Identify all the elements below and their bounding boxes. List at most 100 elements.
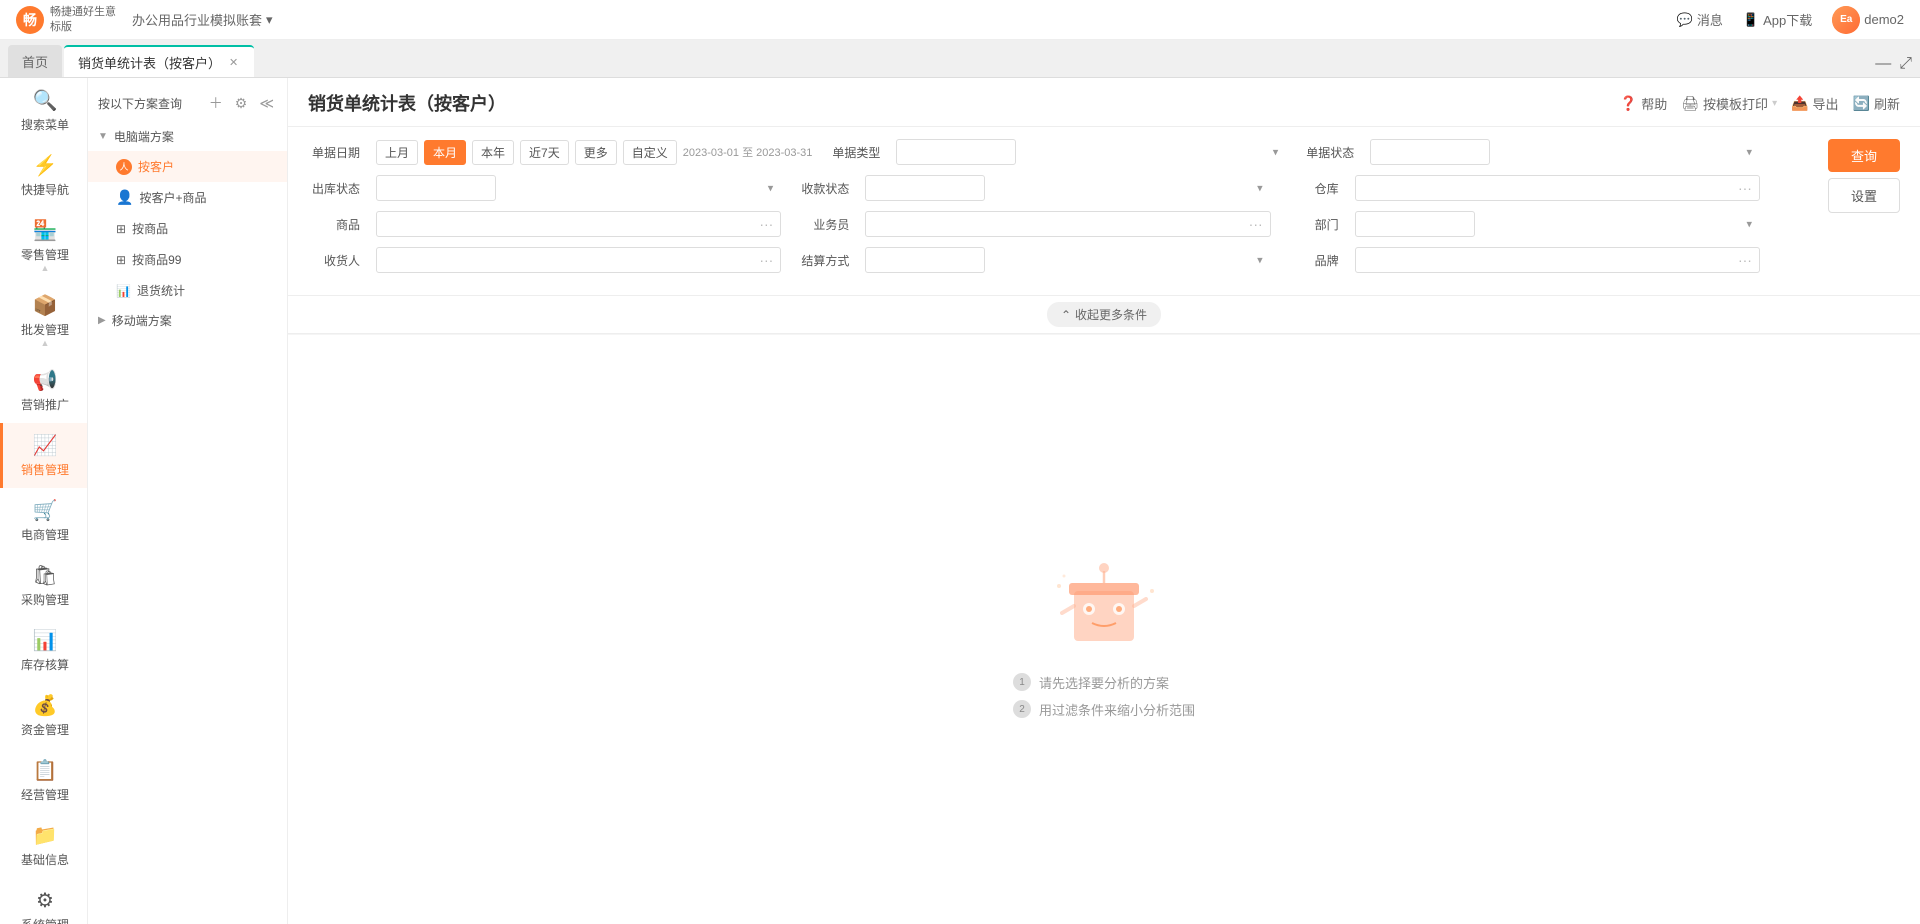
dept-select[interactable] <box>1355 211 1475 237</box>
brand-label: 品牌 <box>1287 252 1339 269</box>
staff-ellipsis-icon[interactable]: ··· <box>1249 216 1263 232</box>
by-goods-icon: ⊞ <box>116 222 126 236</box>
scheme-group-mobile-header[interactable]: ▶ 移动端方案 <box>88 306 287 335</box>
bill-type-wrapper <box>896 139 1286 165</box>
app-download-action[interactable]: 📱 App下载 <box>1743 10 1812 29</box>
sidebar-item-basic-info[interactable]: 📁 基础信息 <box>0 813 87 878</box>
date-btn-custom[interactable]: 自定义 <box>623 140 677 165</box>
staff-label: 业务员 <box>797 216 849 233</box>
scheme-item-by-goods-99[interactable]: ⊞ 按商品99 <box>88 244 287 275</box>
sidebar-label-basic-info: 基础信息 <box>21 851 69 868</box>
scheme-item-return-stats-label: 退货统计 <box>137 282 185 299</box>
page-title: 销货单统计表（按客户） <box>308 90 506 116</box>
date-btn-this-year[interactable]: 本年 <box>472 140 514 165</box>
date-group: 上月 本月 本年 近7天 更多 自定义 2023-03-01 至 2023-03… <box>376 140 812 165</box>
user-area[interactable]: Ea demo2 <box>1832 6 1904 34</box>
scheme-add-btn[interactable]: ＋ <box>206 92 226 114</box>
scheme-panel-actions: ＋ ⚙ ≪ <box>206 92 277 114</box>
tab-minimize-icon[interactable]: — <box>1875 55 1891 73</box>
scheme-item-by-customer[interactable]: 人 按客户 <box>88 151 287 182</box>
sidebar: 🔍 搜索菜单 ⚡ 快捷导航 🏪 零售管理 ▲ 📦 批发管理 ▲ 📢 营销推广 📈… <box>0 78 88 924</box>
wholesale-mgmt-icon: 📦 <box>33 293 58 318</box>
tab-expand-area: — ⤢ <box>1875 55 1912 77</box>
desktop-group-label: 电脑端方案 <box>114 128 174 145</box>
tab-close-icon[interactable]: ✕ <box>227 55 240 70</box>
scheme-item-return-stats[interactable]: 📊 退货统计 <box>88 275 287 306</box>
username-label: demo2 <box>1864 12 1904 27</box>
goods-ellipsis-icon[interactable]: ··· <box>759 216 773 232</box>
consignee-ellipsis-icon[interactable]: ··· <box>759 252 773 268</box>
collapse-btn[interactable]: ⌃ 收起更多条件 <box>1047 302 1161 327</box>
message-action[interactable]: 💬 消息 <box>1677 10 1723 29</box>
logo-text: 畅捷通好生意 标版 <box>50 5 116 34</box>
filter-row-1: 单据日期 上月 本月 本年 近7天 更多 自定义 2023-03-01 至 20… <box>308 139 1760 165</box>
tab-sales-stats[interactable]: 销货单统计表（按客户） ✕ <box>64 45 254 77</box>
bill-type-select[interactable] <box>896 139 1016 165</box>
brand-ellipsis-icon[interactable]: ··· <box>1738 252 1752 268</box>
sidebar-item-ecommerce[interactable]: 🛒 电商管理 <box>0 488 87 553</box>
sidebar-item-system[interactable]: ⚙ 系统管理 <box>0 878 87 924</box>
export-icon: 📤 <box>1791 95 1808 112</box>
sidebar-item-quick-nav[interactable]: ⚡ 快捷导航 <box>0 143 87 208</box>
settle-select[interactable] <box>865 247 985 273</box>
sidebar-item-search-menu[interactable]: 🔍 搜索菜单 <box>0 78 87 143</box>
warehouse-ellipsis-icon[interactable]: ··· <box>1738 180 1752 196</box>
sidebar-item-sales-mgmt[interactable]: 📈 销售管理 <box>0 423 87 488</box>
refresh-label: 刷新 <box>1874 94 1900 113</box>
staff-input[interactable] <box>865 211 1270 237</box>
action-buttons-panel: 查询 设置 <box>1828 139 1900 213</box>
header-left: 畅 畅捷通好生意 标版 办公用品行业模拟账套 ▾ <box>16 5 281 34</box>
export-action[interactable]: 📤 导出 <box>1791 94 1838 113</box>
filter-row-4: 收货人 ··· 结算方式 品牌 ··· <box>308 247 1760 273</box>
sidebar-label-wholesale-mgmt: 批发管理 <box>21 321 69 338</box>
tab-maximize-icon[interactable]: ⤢ <box>1899 55 1912 73</box>
hint-number-2: 2 <box>1013 700 1031 718</box>
scheme-group-desktop-header[interactable]: ▼ 电脑端方案 <box>88 122 287 151</box>
tab-home[interactable]: 首页 <box>8 45 62 77</box>
brand-input[interactable] <box>1355 247 1760 273</box>
refresh-action[interactable]: 🔄 刷新 <box>1853 94 1900 113</box>
out-status-wrapper <box>376 175 781 201</box>
scheme-collapse-btn[interactable]: ≪ <box>256 94 277 113</box>
mobile-group-label: 移动端方案 <box>112 312 172 329</box>
warehouse-input[interactable] <box>1355 175 1760 201</box>
breadcrumb-dropdown[interactable]: 办公用品行业模拟账套 ▾ <box>124 6 281 33</box>
empty-hint-1: 1 请先选择要分析的方案 <box>1013 673 1195 692</box>
sidebar-item-retail-mgmt[interactable]: 🏪 零售管理 ▲ <box>0 208 87 283</box>
goods-input[interactable] <box>376 211 781 237</box>
wholesale-mgmt-arrow-icon: ▲ <box>41 338 50 348</box>
message-icon: 💬 <box>1677 12 1693 28</box>
hint-number-1: 1 <box>1013 673 1031 691</box>
consignee-input[interactable] <box>376 247 781 273</box>
scheme-settings-btn[interactable]: ⚙ <box>232 94 251 113</box>
date-btn-this-month[interactable]: 本月 <box>424 140 466 165</box>
refresh-icon: 🔄 <box>1853 95 1870 112</box>
logo-area: 畅 畅捷通好生意 标版 <box>16 5 116 34</box>
sidebar-item-wholesale-mgmt[interactable]: 📦 批发管理 ▲ <box>0 283 87 358</box>
consignee-label: 收货人 <box>308 252 360 269</box>
sidebar-item-purchase-mgmt[interactable]: 🛍 采购管理 <box>0 553 87 618</box>
sidebar-item-inventory[interactable]: 📊 库存核算 <box>0 618 87 683</box>
breadcrumb-arrow-icon: ▾ <box>266 12 273 28</box>
date-btn-last-7[interactable]: 近7天 <box>520 140 569 165</box>
help-action[interactable]: ❓ 帮助 <box>1620 94 1667 113</box>
scheme-item-by-customer-goods[interactable]: 👤 按客户+商品 <box>88 182 287 213</box>
collect-status-select[interactable] <box>865 175 985 201</box>
date-btn-prev-month[interactable]: 上月 <box>376 140 418 165</box>
sidebar-item-marketing[interactable]: 📢 营销推广 <box>0 358 87 423</box>
sidebar-item-operations[interactable]: 📋 经营管理 <box>0 748 87 813</box>
setup-button[interactable]: 设置 <box>1828 178 1900 213</box>
sidebar-label-finance: 资金管理 <box>21 721 69 738</box>
bill-status-select[interactable] <box>1370 139 1490 165</box>
query-button[interactable]: 查询 <box>1828 139 1900 172</box>
settle-label: 结算方式 <box>797 252 849 269</box>
date-label: 单据日期 <box>308 144 360 161</box>
sidebar-label-quick-nav: 快捷导航 <box>21 181 69 198</box>
out-status-select[interactable] <box>376 175 496 201</box>
scheme-item-by-goods[interactable]: ⊞ 按商品 <box>88 213 287 244</box>
print-action[interactable]: 🖨 按模板打印 ▾ <box>1681 94 1777 113</box>
date-btn-more[interactable]: 更多 <box>575 140 617 165</box>
hint-text-2: 用过滤条件来缩小分析范围 <box>1039 700 1195 719</box>
empty-hint-2: 2 用过滤条件来缩小分析范围 <box>1013 700 1195 719</box>
sidebar-item-finance[interactable]: 💰 资金管理 <box>0 683 87 748</box>
